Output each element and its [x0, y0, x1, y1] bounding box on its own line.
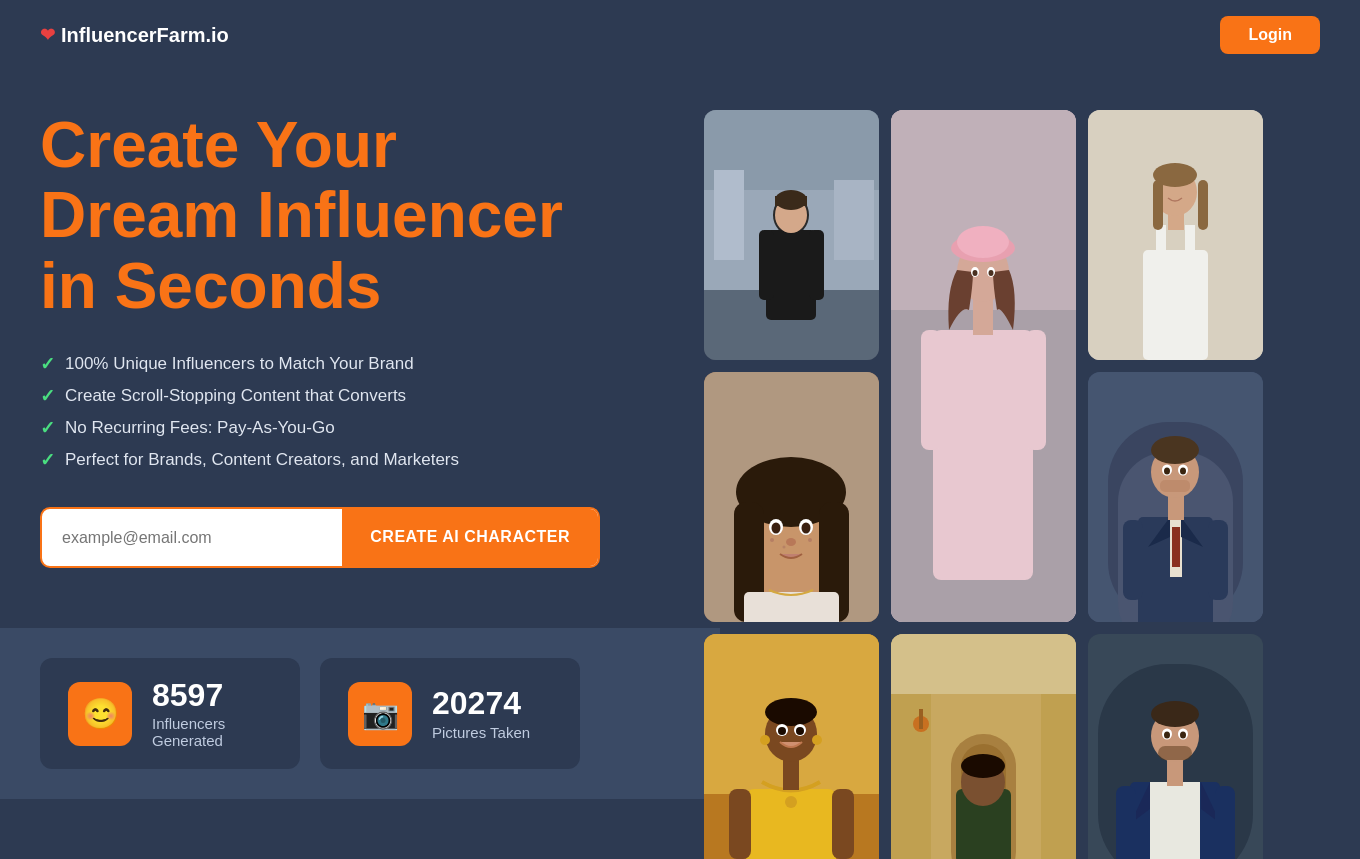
svg-rect-49 — [744, 592, 839, 622]
stat-card-pictures: 📷 20274 Pictures Taken — [320, 658, 580, 769]
photo-young-man — [704, 110, 879, 360]
svg-rect-15 — [933, 330, 1033, 580]
svg-point-80 — [778, 727, 786, 735]
svg-point-63 — [1164, 468, 1170, 475]
check-icon-3: ✓ — [40, 417, 55, 439]
feature-item-2: ✓ Create Scroll-Stopping Content that Co… — [40, 385, 680, 407]
features-list: ✓ 100% Unique Influencers to Match Your … — [40, 353, 680, 471]
stats-section: 😊 8597 Influencers Generated 📷 — [0, 628, 720, 799]
svg-rect-17 — [1026, 330, 1046, 450]
logo-text: InfluencerFarm.io — [61, 24, 229, 47]
svg-point-108 — [1164, 732, 1170, 739]
influencers-icon-box: 😊 — [68, 682, 132, 746]
svg-point-104 — [1151, 701, 1199, 727]
svg-rect-16 — [921, 330, 941, 450]
svg-rect-100 — [1116, 786, 1136, 859]
hero-title-line1: Create Your — [40, 109, 397, 181]
svg-rect-27 — [1143, 250, 1208, 360]
header: ❤ InfluencerFarm.io Login — [0, 0, 1360, 70]
svg-rect-56 — [1123, 520, 1143, 600]
check-icon-4: ✓ — [40, 449, 55, 471]
feature-item-4: ✓ Perfect for Brands, Content Creators, … — [40, 449, 680, 471]
svg-point-44 — [802, 523, 811, 534]
svg-point-95 — [961, 754, 1005, 778]
photo-dark-woman — [704, 372, 879, 622]
svg-rect-86 — [1041, 694, 1076, 859]
influencers-number: 8597 — [152, 678, 225, 713]
svg-rect-33 — [1153, 180, 1163, 230]
feature-text-4: Perfect for Brands, Content Creators, an… — [65, 450, 459, 470]
photo-man-suit — [1088, 372, 1263, 622]
svg-point-46 — [770, 538, 774, 542]
svg-rect-71 — [832, 789, 854, 859]
svg-point-81 — [796, 727, 804, 735]
influencers-emoji-icon: 😊 — [82, 696, 119, 731]
stat-card-influencers: 😊 8597 Influencers Generated — [40, 658, 300, 769]
photo-white-dress — [1088, 110, 1263, 360]
hero-title-line2: Dream Influencer — [40, 179, 563, 251]
svg-rect-3 — [714, 170, 744, 260]
pictures-number: 20274 — [432, 686, 530, 721]
svg-point-64 — [1180, 468, 1186, 475]
check-icon-1: ✓ — [40, 353, 55, 375]
svg-rect-55 — [1172, 527, 1180, 567]
email-input[interactable] — [42, 509, 342, 566]
photo-man-casual — [1088, 634, 1263, 859]
pictures-label: Pictures Taken — [432, 724, 530, 741]
feature-text-2: Create Scroll-Stopping Content that Conv… — [65, 386, 406, 406]
stat-pictures-text: 20274 Pictures Taken — [432, 686, 530, 740]
photo-street — [891, 634, 1076, 859]
svg-point-77 — [812, 735, 822, 745]
svg-point-25 — [989, 270, 994, 276]
svg-point-76 — [760, 735, 770, 745]
svg-rect-57 — [1208, 520, 1228, 600]
login-button[interactable]: Login — [1220, 16, 1320, 54]
logo: ❤ InfluencerFarm.io — [40, 24, 229, 47]
svg-rect-8 — [809, 230, 824, 300]
influencers-label: Influencers Generated — [152, 715, 225, 749]
svg-point-72 — [785, 796, 797, 808]
camera-icon: 📷 — [362, 696, 399, 731]
email-form: CREATE AI CHARACTER — [40, 507, 600, 568]
stat-influencers-text: 8597 Influencers Generated — [152, 678, 225, 749]
pictures-icon-box: 📷 — [348, 682, 412, 746]
logo-heart-icon: ❤ — [40, 24, 55, 46]
photo-african-woman — [704, 634, 879, 859]
svg-point-109 — [1180, 732, 1186, 739]
svg-rect-105 — [1158, 746, 1192, 760]
content-area: Create Your Dream Influencer in Seconds … — [0, 70, 1360, 859]
svg-rect-11 — [775, 196, 807, 206]
svg-rect-29 — [1185, 225, 1195, 255]
svg-rect-90 — [919, 709, 923, 729]
svg-point-60 — [1151, 436, 1199, 464]
svg-rect-99 — [1150, 782, 1200, 859]
svg-rect-101 — [1215, 786, 1235, 859]
feature-text-1: 100% Unique Influencers to Match Your Br… — [65, 354, 414, 374]
svg-point-24 — [973, 270, 978, 276]
svg-rect-7 — [759, 230, 774, 300]
svg-point-21 — [957, 226, 1009, 258]
check-icon-2: ✓ — [40, 385, 55, 407]
svg-rect-34 — [1198, 180, 1208, 230]
feature-text-3: No Recurring Fees: Pay-As-You-Go — [65, 418, 335, 438]
feature-item-1: ✓ 100% Unique Influencers to Match Your … — [40, 353, 680, 375]
svg-point-43 — [772, 523, 781, 534]
left-panel: Create Your Dream Influencer in Seconds … — [40, 110, 680, 859]
svg-point-48 — [783, 546, 786, 549]
svg-rect-70 — [729, 789, 751, 859]
hero-title: Create Your Dream Influencer in Seconds — [40, 110, 680, 321]
photo-pink-beret — [891, 110, 1076, 622]
svg-point-75 — [765, 698, 817, 726]
svg-point-45 — [786, 538, 796, 546]
hero-title-line3: in Seconds — [40, 250, 381, 322]
svg-rect-93 — [996, 789, 1011, 859]
page-wrapper: ❤ InfluencerFarm.io Login Create Your Dr… — [0, 0, 1360, 859]
svg-point-47 — [808, 538, 812, 542]
svg-rect-65 — [1160, 480, 1190, 492]
cta-button[interactable]: CREATE AI CHARACTER — [342, 509, 598, 566]
photo-grid — [704, 110, 1320, 859]
feature-item-3: ✓ No Recurring Fees: Pay-As-You-Go — [40, 417, 680, 439]
svg-rect-4 — [834, 180, 874, 260]
